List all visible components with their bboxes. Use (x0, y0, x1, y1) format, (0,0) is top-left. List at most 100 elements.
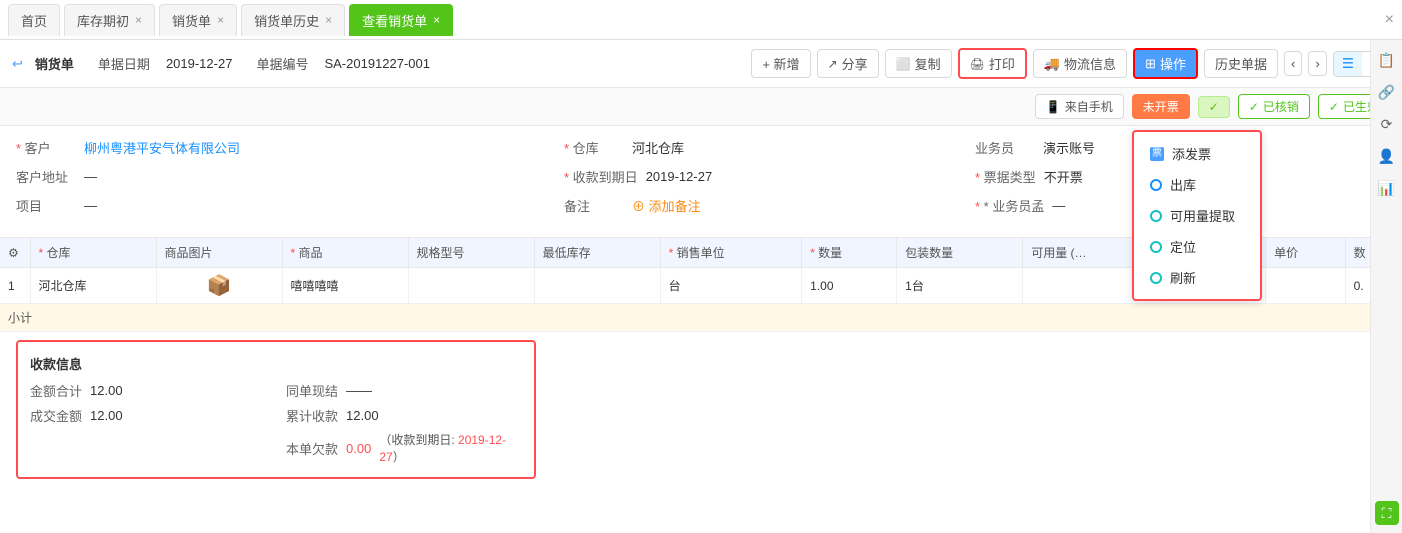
col-qty: 数量 (802, 238, 897, 268)
outbound-item[interactable]: 出库 (1134, 169, 1260, 200)
date-value: 2019-12-27 (166, 56, 233, 71)
balance-value: 0.00 (346, 441, 371, 456)
tab-bar: 首页 库存期初 × 销货单 × 销货单历史 × 查看销货单 × × (0, 0, 1402, 40)
next-button[interactable]: › (1308, 51, 1326, 76)
add-invoice-item[interactable]: 票 添发票 (1134, 138, 1260, 169)
available-qty-item[interactable]: 可用量提取 (1134, 200, 1260, 231)
refresh-label: 刷新 (1170, 268, 1196, 287)
verified-check-icon: ✓ (1249, 100, 1259, 114)
address-label: 客户地址 (16, 167, 76, 186)
effective-check-icon: ✓ (1329, 100, 1339, 114)
new-label: + 新增 (762, 54, 799, 73)
sidebar-icon-chart[interactable]: 📊 (1375, 176, 1399, 200)
share-button[interactable]: ↗ 分享 (817, 49, 879, 78)
payment-date-label: 收款到期日 (564, 167, 638, 186)
subtotal-label: 小计 (0, 304, 1402, 332)
balance-label: 本单欠款 (286, 439, 338, 458)
balance-row: 本单欠款 0.00 （收款到期日: 2019-12-27） (286, 431, 522, 465)
add-invoice-label: 添发票 (1172, 144, 1211, 163)
tab-inventory-label: 库存期初 (77, 11, 129, 30)
total-label: 金额合计 (30, 381, 82, 400)
from-phone-button[interactable]: 📱 来自手机 (1035, 94, 1124, 119)
col-spec: 规格型号 (408, 238, 534, 268)
print-button[interactable]: 🖨 打印 (958, 48, 1027, 79)
tab-inventory[interactable]: 库存期初 × (64, 4, 155, 36)
row-unit-price (1266, 268, 1346, 304)
verified-button[interactable]: ✓ 已核销 (1238, 94, 1310, 119)
ticket-type-label: 票据类型 (975, 167, 1036, 186)
subtotal-row: 小计 (0, 304, 1402, 332)
address-field: 客户地址 — (16, 167, 564, 186)
sidebar-icon-expand[interactable]: ⛶ (1375, 501, 1399, 525)
right-sidebar: 📋 🔗 ⟳ 👤 📊 ⛶ (1370, 40, 1402, 533)
note-label: 备注 (564, 196, 624, 215)
locate-item[interactable]: 定位 (1134, 231, 1260, 262)
sidebar-icon-copy[interactable]: 📋 (1375, 48, 1399, 72)
list-view-button[interactable]: ☰ (1334, 52, 1362, 76)
total-row: 金额合计 12.00 (30, 381, 266, 400)
due-date-label: 收款到期日: (391, 433, 454, 447)
history-button[interactable]: 历史单据 (1204, 49, 1278, 78)
logistics-button[interactable]: 🚚 物流信息 (1033, 49, 1127, 78)
window-close-button[interactable]: × (1385, 11, 1394, 29)
staff-label: 业务员 (975, 138, 1035, 157)
tab-inventory-close[interactable]: × (135, 13, 142, 27)
outbound-icon (1150, 179, 1162, 191)
sidebar-icon-user[interactable]: 👤 (1375, 144, 1399, 168)
transaction-value: 12.00 (90, 408, 123, 423)
sidebar-icon-refresh[interactable]: ⟳ (1375, 112, 1399, 136)
col-min-stock: 最低库存 (534, 238, 660, 268)
doc-type-label: 销货单 (35, 54, 74, 73)
same-order-row: 同单现结 —— (286, 381, 522, 400)
transaction-label: 成交金额 (30, 406, 82, 425)
tab-sales-history[interactable]: 销货单历史 × (241, 4, 345, 36)
ticket-type-value: 不开票 (1044, 167, 1083, 186)
address-value: — (84, 169, 97, 184)
warehouse-value: 河北仓库 (632, 138, 684, 157)
transaction-row: 成交金额 12.00 (30, 406, 266, 425)
locate-label: 定位 (1170, 237, 1196, 256)
copy-label: 复制 (915, 54, 941, 73)
customer-field: 客户 柳州粤港平安气体有限公司 (16, 138, 564, 157)
gear-icon: ⚙ (8, 246, 19, 260)
payment-section: 收款信息 金额合计 12.00 同单现结 —— 成交金额 12.00 累计收款 … (16, 340, 536, 479)
verify-button[interactable]: ✓ (1198, 96, 1230, 118)
tab-view-sales[interactable]: 查看销货单 × (349, 4, 453, 36)
operations-button[interactable]: ⊞ 操作 (1133, 48, 1198, 79)
refresh-item[interactable]: 刷新 (1134, 262, 1260, 293)
copy-button[interactable]: ⬜ 复制 (885, 49, 952, 78)
add-note-button[interactable]: ⊕ 添加备注 (632, 196, 701, 215)
tab-view-sales-label: 查看销货单 (362, 11, 427, 30)
no-value: SA-20191227-001 (324, 56, 430, 71)
tab-sales-label: 销货单 (172, 11, 211, 30)
customer-value[interactable]: 柳州粤港平安气体有限公司 (84, 138, 240, 157)
tab-home[interactable]: 首页 (8, 4, 60, 36)
tab-sales-history-close[interactable]: × (325, 13, 332, 27)
share-icon: ↗ (828, 57, 838, 71)
date-label: 单据日期 (98, 54, 150, 73)
available-qty-label: 可用量提取 (1170, 206, 1235, 225)
tab-sales-close[interactable]: × (217, 13, 224, 27)
row-product: 嘻嘻嘻嘻 (282, 268, 408, 304)
not-opened-button[interactable]: 未开票 (1132, 94, 1190, 119)
tab-sales-history-label: 销货单历史 (254, 11, 319, 30)
row-spec (408, 268, 534, 304)
tab-view-sales-close[interactable]: × (433, 13, 440, 27)
tab-sales[interactable]: 销货单 × (159, 4, 237, 36)
operations-icon: ⊞ (1145, 56, 1156, 72)
logistics-icon: 🚚 (1044, 56, 1060, 72)
secondary-toolbar: 📱 来自手机 未开票 ✓ ✓ 已核销 ✓ 已生效 (0, 88, 1402, 126)
row-sales-unit: 台 (660, 268, 802, 304)
cumulative-row: 累计收款 12.00 (286, 406, 522, 425)
not-opened-label: 未开票 (1143, 98, 1179, 115)
sidebar-icon-link[interactable]: 🔗 (1375, 80, 1399, 104)
refresh-icon (1150, 272, 1162, 284)
sales-staff-label: * 业务员孟 (975, 196, 1044, 215)
col-unit-price: 单价 (1266, 238, 1346, 268)
logistics-label: 物流信息 (1064, 54, 1116, 73)
new-button[interactable]: + 新增 (751, 49, 810, 78)
same-order-label: 同单现结 (286, 381, 338, 400)
no-label: 单据编号 (256, 54, 308, 73)
verified-label: 已核销 (1263, 98, 1299, 115)
prev-button[interactable]: ‹ (1284, 51, 1302, 76)
